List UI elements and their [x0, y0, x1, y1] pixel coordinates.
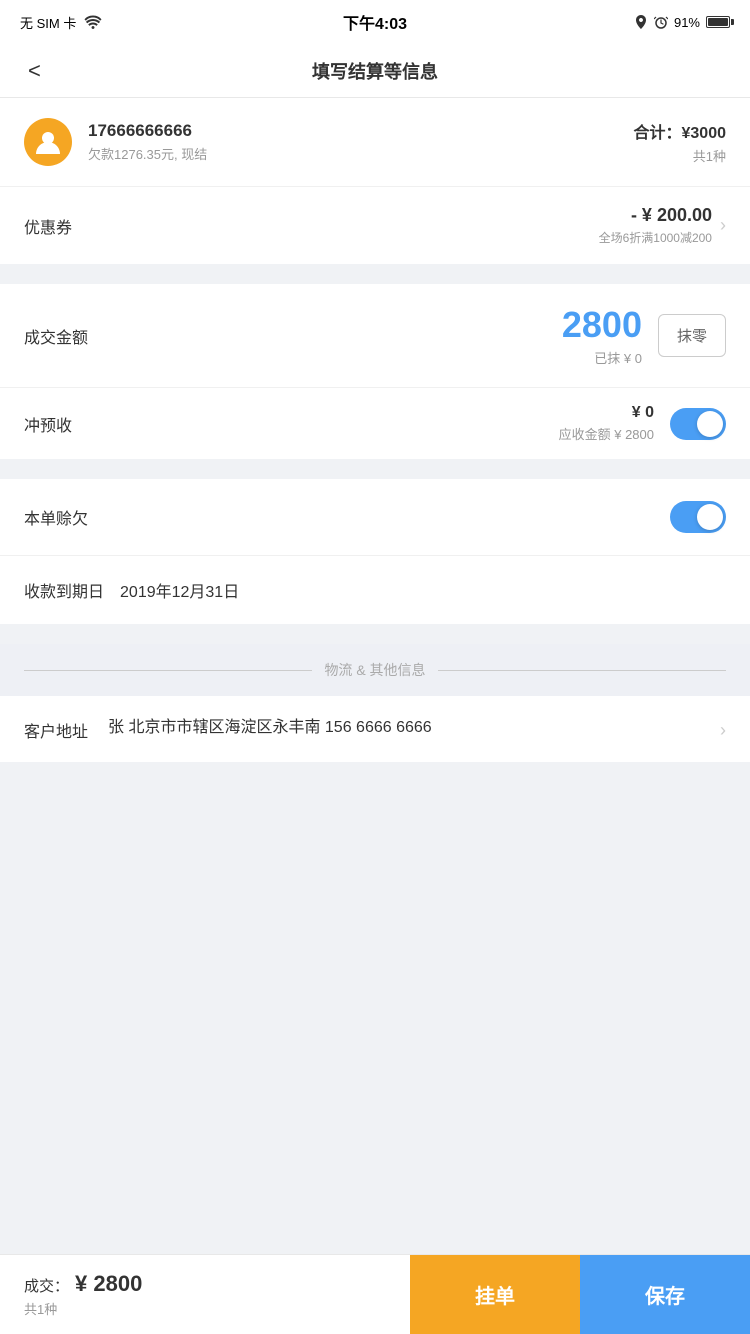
avatar — [24, 118, 72, 166]
save-button[interactable]: 保存 — [580, 1255, 750, 1334]
prepay-amount-wrap: ¥ 0 应收金额 ¥ 2800 — [559, 404, 654, 443]
footer-deal-amount: ¥ 2800 — [75, 1271, 142, 1297]
section-divider-3 — [0, 634, 750, 644]
footer-sub-text: 共1种 — [24, 1299, 386, 1318]
round-button[interactable]: 抹零 — [658, 314, 726, 357]
address-value: 张 北京市市辖区海淀区永丰南 156 6666 6666 — [108, 716, 720, 740]
coupon-chevron-icon: › — [720, 215, 726, 236]
gray-spacer — [0, 772, 750, 892]
sim-status: 无 SIM 卡 — [20, 13, 76, 32]
user-row: 17666666666 欠款1276.35元, 现结 合计：¥3000 共1种 — [0, 98, 750, 186]
footer-deal-label: 成交： — [24, 1275, 69, 1296]
user-phone: 17666666666 — [88, 121, 633, 141]
address-label: 客户地址 — [24, 716, 88, 742]
back-button[interactable]: < — [20, 50, 49, 92]
user-info: 17666666666 欠款1276.35元, 现结 — [88, 121, 633, 163]
coupon-amount: - ¥ 200.00 — [599, 205, 712, 226]
total-label: 合计： — [633, 125, 681, 142]
status-bar: 无 SIM 卡 下午4:03 91% — [0, 0, 750, 44]
due-date-label: 收款到期日 — [24, 578, 104, 602]
prepay-label: 冲预收 — [24, 412, 559, 436]
deal-amount-wrap: 2800 已抹 ¥ 0 — [562, 304, 642, 367]
address-card: 客户地址 张 北京市市辖区海淀区永丰南 156 6666 6666 › — [0, 696, 750, 762]
coupon-desc: 全场6折满1000减200 — [599, 229, 712, 246]
battery-icon — [706, 16, 730, 28]
section-divider-2 — [0, 469, 750, 479]
user-info-card: 17666666666 欠款1276.35元, 现结 合计：¥3000 共1种 … — [0, 98, 750, 264]
status-left: 无 SIM 卡 — [20, 13, 102, 32]
prepay-row: 冲预收 ¥ 0 应收金额 ¥ 2800 — [0, 387, 750, 459]
status-right: 91% — [634, 15, 730, 30]
nav-bar: < 填写结算等信息 — [0, 44, 750, 98]
section-divider-1 — [0, 274, 750, 284]
coupon-label: 优惠券 — [24, 214, 599, 238]
prepay-right: ¥ 0 应收金额 ¥ 2800 — [559, 404, 726, 443]
location-icon — [634, 15, 648, 29]
user-sub-text: 欠款1276.35元, 现结 — [88, 144, 633, 163]
coupon-info: - ¥ 200.00 全场6折满1000减200 — [599, 205, 712, 246]
address-chevron-icon: › — [720, 716, 726, 741]
total-sub: 共1种 — [633, 146, 726, 165]
section-line-right — [438, 670, 726, 671]
wifi-icon — [84, 15, 102, 29]
deal-label: 成交金额 — [24, 324, 88, 348]
deal-amount-card: 成交金额 2800 已抹 ¥ 0 抹零 冲预收 ¥ 0 应收金额 ¥ 2800 — [0, 284, 750, 459]
total-value: ¥3000 — [682, 125, 727, 142]
user-total: 合计：¥3000 共1种 — [633, 119, 726, 165]
main-content: 17666666666 欠款1276.35元, 现结 合计：¥3000 共1种 … — [0, 98, 750, 992]
total-amount: 合计：¥3000 — [633, 119, 726, 143]
section-line-left — [24, 670, 312, 671]
alarm-icon — [654, 15, 668, 29]
prepay-toggle[interactable] — [670, 408, 726, 440]
prepay-sub-text: 应收金额 ¥ 2800 — [559, 424, 654, 443]
prepay-amount-value: ¥ 0 — [559, 404, 654, 422]
deal-right: 2800 已抹 ¥ 0 抹零 — [562, 304, 726, 367]
hang-order-button[interactable]: 挂单 — [410, 1255, 580, 1334]
address-row[interactable]: 客户地址 张 北京市市辖区海淀区永丰南 156 6666 6666 › — [0, 696, 750, 762]
deal-row: 成交金额 2800 已抹 ¥ 0 抹零 — [0, 284, 750, 387]
due-date-value: 2019年12月31日 — [120, 578, 239, 602]
deal-sub-text: 已抹 ¥ 0 — [562, 348, 642, 367]
footer: 成交： ¥ 2800 共1种 挂单 保存 — [0, 1254, 750, 1334]
status-time: 下午4:03 — [343, 10, 407, 34]
logistics-section-label: 物流 & 其他信息 — [312, 660, 437, 680]
footer-deal-row: 成交： ¥ 2800 — [24, 1271, 386, 1297]
coupon-right: - ¥ 200.00 全场6折满1000减200 › — [599, 205, 726, 246]
logistics-section-label-row: 物流 & 其他信息 — [0, 644, 750, 696]
debt-label: 本单赊欠 — [24, 505, 670, 529]
debt-card: 本单赊欠 收款到期日 2019年12月31日 — [0, 479, 750, 624]
debt-toggle[interactable] — [670, 501, 726, 533]
deal-amount-value: 2800 — [562, 304, 642, 346]
due-date-row: 收款到期日 2019年12月31日 — [0, 555, 750, 624]
user-avatar-icon — [34, 128, 62, 156]
page-title: 填写结算等信息 — [312, 58, 438, 84]
battery-percent: 91% — [674, 15, 700, 30]
footer-info: 成交： ¥ 2800 共1种 — [0, 1271, 410, 1318]
debt-row: 本单赊欠 — [0, 479, 750, 555]
coupon-row[interactable]: 优惠券 - ¥ 200.00 全场6折满1000减200 › — [0, 186, 750, 264]
